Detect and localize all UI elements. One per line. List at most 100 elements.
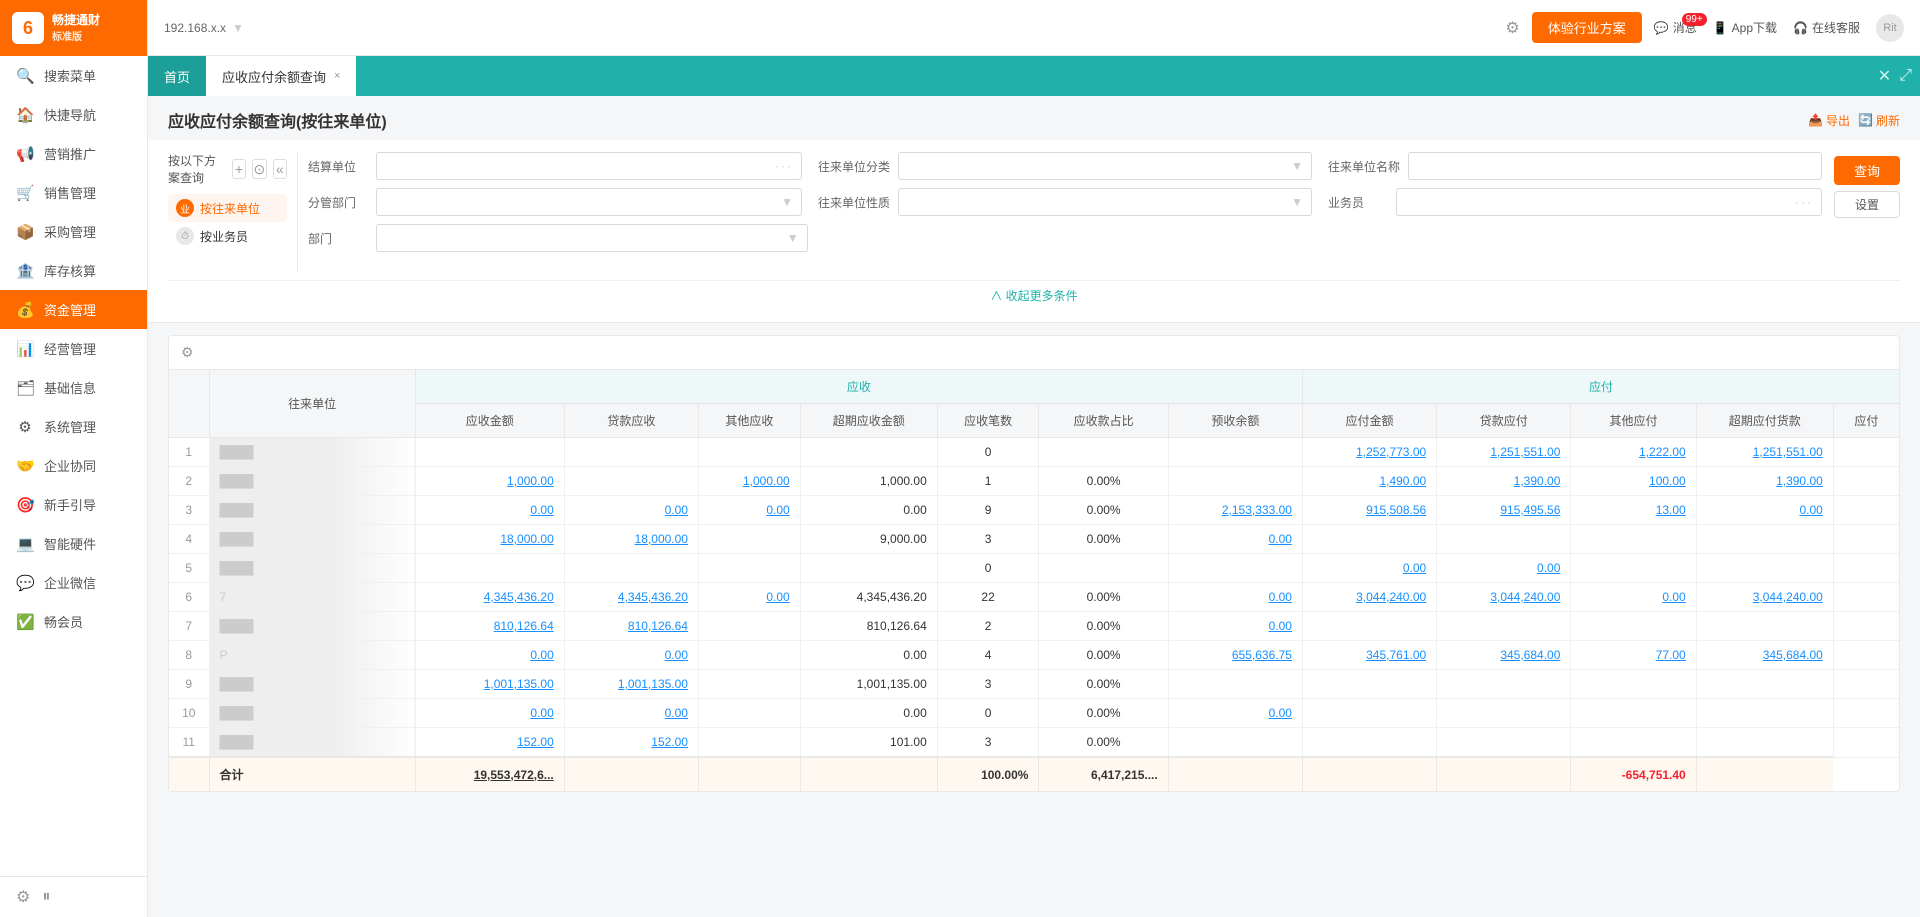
topbar-gear-icon[interactable]: ⚙: [1505, 18, 1519, 38]
scheme-item-unit[interactable]: 业 按往来单位: [168, 194, 287, 222]
footer-empty8: [1696, 757, 1833, 791]
scheme-item-staff[interactable]: ⏱ 按业务员: [168, 222, 287, 250]
sidebar-icon-quick: 🏠: [16, 106, 34, 124]
set-button[interactable]: 设置: [1834, 191, 1900, 218]
sidebar-label-wechat: 企业微信: [44, 573, 96, 592]
sidebar-item-corp[interactable]: 🤝 企业协同: [0, 446, 147, 485]
department-label: 部门: [308, 230, 368, 247]
unit-nature-select[interactable]: ▼: [898, 188, 1312, 216]
tab-home[interactable]: 首页: [148, 56, 206, 96]
footer-empty: [169, 757, 209, 791]
sidebar-item-system[interactable]: ⚙ 系统管理: [0, 407, 147, 446]
tabbar-close-icon[interactable]: ✕: [1878, 66, 1891, 86]
tabbar: 首页 应收应付余额查询 × ✕ ⤢: [148, 56, 1920, 96]
export-button[interactable]: 📤 导出: [1808, 112, 1850, 129]
sidebar-item-marketing[interactable]: 📢 营销推广: [0, 134, 147, 173]
table-row: 4████18,000.0018,000.009,000.0030.00%0.0…: [169, 525, 1899, 554]
scheme-staff-label: 按业务员: [200, 228, 248, 245]
sidebar-label-guide: 新手引导: [44, 495, 96, 514]
th-pay-end: 应付: [1833, 404, 1899, 438]
sidebar-icon-hardware: 💻: [16, 535, 34, 553]
dept-label: 分管部门: [308, 194, 368, 211]
sidebar-item-stock[interactable]: 🏦 库存核算: [0, 251, 147, 290]
filter-settlement: 结算单位 ···: [308, 152, 802, 180]
sidebar-item-purchase[interactable]: 📦 采购管理: [0, 212, 147, 251]
sidebar-icon-basic: 🗂: [16, 379, 34, 397]
sidebar-item-quick[interactable]: 🏠 快捷导航: [0, 95, 147, 134]
message-badge: 99+: [1682, 13, 1707, 26]
tab-close-icon[interactable]: ×: [334, 70, 340, 82]
footer-recv-advance: 6,417,215....: [1039, 757, 1168, 791]
sidebar-icon-search: 🔍: [16, 67, 34, 85]
filter-fields: 结算单位 ··· 往来单位分类 ▼: [308, 152, 1822, 272]
filter-staff: 业务员 ···: [1328, 188, 1822, 216]
filter-unit-name: 往来单位名称: [1328, 152, 1822, 180]
filter-add-button[interactable]: +: [232, 159, 246, 179]
main-content: 应收应付余额查询(按往来单位) 📤 导出 🔄 刷新 按以下方案查询: [148, 96, 1920, 917]
table-scroll[interactable]: 往来单位 应收 应付 应收金额 贷款应收 其他应收 超期应收金额 应收笔数 应收…: [169, 370, 1899, 791]
sidebar-label-sales: 销售管理: [44, 183, 96, 202]
sidebar-item-member[interactable]: ✅ 畅会员: [0, 602, 147, 641]
app-label: App下载: [1732, 19, 1777, 36]
staff-input[interactable]: ···: [1396, 188, 1822, 216]
query-button[interactable]: 查询: [1834, 156, 1900, 185]
settlement-dots-icon: ···: [775, 159, 793, 173]
sidebar-icon-corp: 🤝: [16, 457, 34, 475]
sidebar-item-basic[interactable]: 🗂 基础信息: [0, 368, 147, 407]
topbar-service[interactable]: 🎧 在线客服: [1793, 19, 1860, 36]
tab-balance-label: 应收应付余额查询: [222, 67, 326, 86]
th-receivable-group: 应收: [415, 370, 1302, 404]
topbar-actions: 💬 消息 99+ 📱 App下载 🎧 在线客服 Rit: [1654, 14, 1904, 42]
department-select[interactable]: ▼: [376, 224, 808, 252]
sidebar-item-operation[interactable]: 📊 经营管理: [0, 329, 147, 368]
sidebar-bottom: ⚙ ⏸: [0, 876, 147, 917]
footer-empty7: [1437, 757, 1571, 791]
tabbar-expand-icon[interactable]: ⤢: [1899, 67, 1912, 85]
topbar-cta-button[interactable]: 体验行业方案: [1532, 12, 1642, 43]
sidebar-item-guide[interactable]: 🎯 新手引导: [0, 485, 147, 524]
sidebar-item-search[interactable]: 🔍 搜索菜单: [0, 56, 147, 95]
pause-icon[interactable]: ⏸: [42, 888, 50, 906]
table-row: 9████1,001,135.001,001,135.001,001,135.0…: [169, 670, 1899, 699]
message-icon: 💬: [1654, 21, 1669, 35]
topbar-message[interactable]: 💬 消息 99+: [1654, 19, 1697, 36]
tab-balance[interactable]: 应收应付余额查询 ×: [206, 56, 356, 96]
dept-select[interactable]: ▼: [376, 188, 802, 216]
filter-department: 部门 ▼: [308, 224, 808, 252]
filter-config-button[interactable]: ⊙: [252, 159, 266, 179]
unit-name-input[interactable]: [1408, 152, 1822, 180]
sidebar-label-corp: 企业协同: [44, 456, 96, 475]
sidebar-item-wechat[interactable]: 💬 企业微信: [0, 563, 147, 602]
unit-type-chevron: ▼: [1291, 159, 1303, 173]
filter-arrow-button[interactable]: «: [273, 159, 287, 179]
data-table: 往来单位 应收 应付 应收金额 贷款应收 其他应收 超期应收金额 应收笔数 应收…: [169, 370, 1899, 791]
refresh-button[interactable]: 🔄 刷新: [1858, 112, 1900, 129]
sidebar-icon-member: ✅: [16, 613, 34, 631]
filter-row-2: 分管部门 ▼ 往来单位性质 ▼: [308, 188, 1822, 216]
topbar-chevron[interactable]: ▼: [232, 21, 244, 35]
topbar-avatar[interactable]: Rit: [1876, 14, 1904, 42]
sidebar-item-finance[interactable]: 💰 资金管理: [0, 290, 147, 329]
table-settings-icon[interactable]: ⚙: [181, 344, 194, 361]
unit-type-select[interactable]: ▼: [898, 152, 1312, 180]
settings-icon[interactable]: ⚙: [16, 887, 30, 907]
sidebar-icon-finance: 💰: [16, 301, 34, 319]
sidebar-logo: 6 畅捷通财 标准版: [0, 0, 147, 56]
sidebar-item-hardware[interactable]: 💻 智能硬件: [0, 524, 147, 563]
settlement-input[interactable]: ···: [376, 152, 802, 180]
sidebar-icon-wechat: 💬: [16, 574, 34, 592]
filter-buttons: 查询 设置: [1822, 152, 1900, 272]
filter-row-3: 部门 ▼: [308, 224, 1822, 252]
sidebar-item-sales[interactable]: 🛒 销售管理: [0, 173, 147, 212]
sidebar-label-basic: 基础信息: [44, 378, 96, 397]
footer-recv-total[interactable]: 19,553,472,6...: [415, 757, 564, 791]
unit-name-label: 往来单位名称: [1328, 158, 1400, 175]
scheme-staff-icon: ⏱: [176, 227, 194, 245]
sidebar-icon-purchase: 📦: [16, 223, 34, 241]
collapse-button[interactable]: ∧ 收起更多条件: [168, 280, 1900, 310]
topbar-app-download[interactable]: 📱 App下载: [1713, 19, 1777, 36]
tab-home-label: 首页: [164, 67, 190, 86]
page-header-area: 应收应付余额查询(按往来单位) 📤 导出 🔄 刷新: [148, 96, 1920, 140]
filter-main: 按以下方案查询 + ⊙ « 业 按往来单位 ⏱ 按业务员: [168, 152, 1900, 272]
scheme-unit-icon: 业: [176, 199, 194, 217]
